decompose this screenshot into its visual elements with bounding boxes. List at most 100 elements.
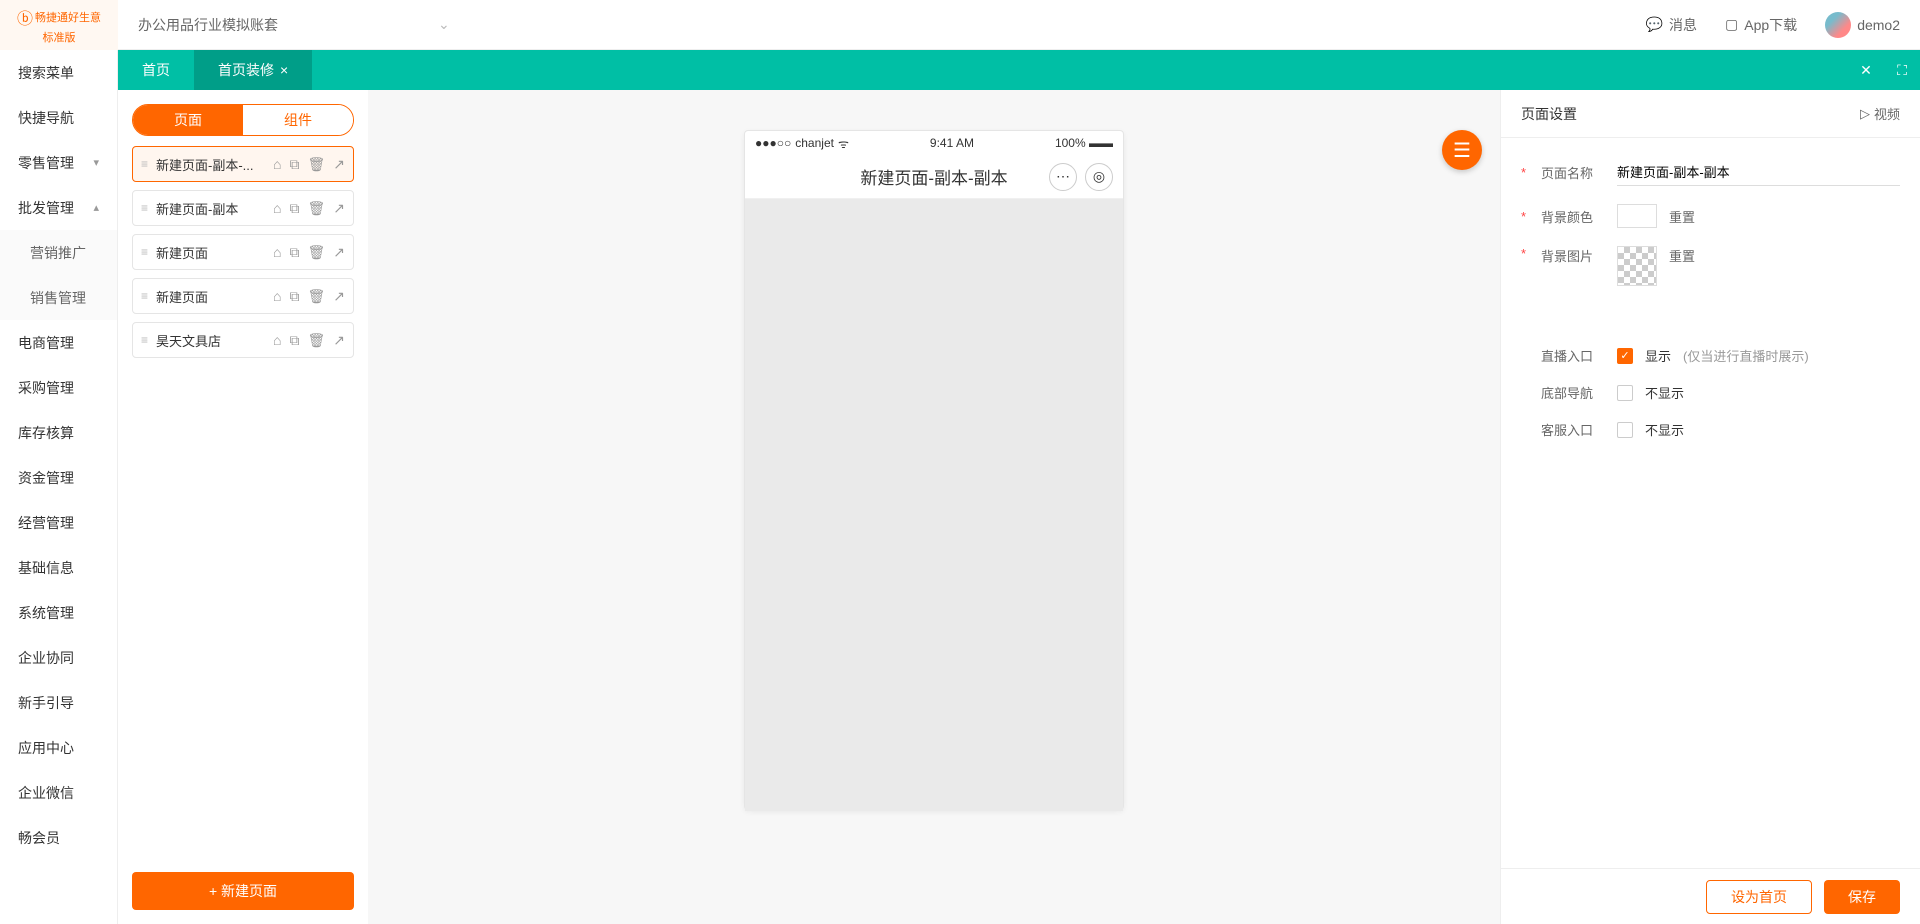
delete-icon[interactable]: 🗑	[307, 332, 325, 349]
video-help-link[interactable]: ▷视频	[1860, 104, 1900, 123]
page-row-name: 新建页面	[156, 287, 265, 306]
drag-handle-icon[interactable]: ≡	[141, 333, 148, 347]
save-button[interactable]: 保存	[1824, 880, 1900, 914]
top-header: ⓑ畅捷通好生意 标准版 办公用品行业模拟账套 ⌄ 💬消息 ▢App下载 demo…	[0, 0, 1920, 50]
tab-decorate[interactable]: 首页装修×	[194, 50, 312, 90]
page-row-name: 新建页面	[156, 243, 265, 262]
home-icon[interactable]: ⌂	[273, 156, 281, 173]
nav-item[interactable]: 零售管理▾	[0, 140, 117, 185]
field-service-entry: 客服入口 不显示	[1521, 420, 1900, 439]
list-tabs: 页面 组件	[132, 104, 354, 136]
phone-time: 9:41 AM	[930, 136, 974, 150]
drag-handle-icon[interactable]: ≡	[141, 289, 148, 303]
tab-home[interactable]: 首页	[118, 50, 194, 90]
delete-icon[interactable]: 🗑	[307, 200, 325, 217]
messages-link[interactable]: 💬消息	[1646, 15, 1697, 35]
drag-handle-icon[interactable]: ≡	[141, 201, 148, 215]
copy-icon[interactable]: ⧉	[289, 244, 299, 261]
more-icon[interactable]: ⋯	[1049, 163, 1077, 191]
nav-item[interactable]: 营销推广	[0, 230, 117, 275]
close-icon[interactable]: ×	[280, 62, 288, 78]
nav-item[interactable]: 应用中心	[0, 725, 117, 770]
nav-item[interactable]: 资金管理	[0, 455, 117, 500]
nav-item[interactable]: 企业协同	[0, 635, 117, 680]
top-right: 💬消息 ▢App下载 demo2	[1646, 12, 1920, 38]
list-tab-page[interactable]: 页面	[133, 105, 243, 135]
nav-item[interactable]: 经营管理	[0, 500, 117, 545]
nav-item[interactable]: 电商管理	[0, 320, 117, 365]
page-row[interactable]: ≡ 新建页面 ⌂ ⧉ 🗑 ↗	[132, 234, 354, 270]
account-name: 办公用品行业模拟账套	[138, 15, 278, 35]
copy-icon[interactable]: ⧉	[289, 288, 299, 305]
close-tab-icon[interactable]: ✕	[1848, 50, 1884, 90]
battery-icon: ▬▬	[1089, 136, 1113, 150]
home-icon[interactable]: ⌂	[273, 200, 281, 217]
logo-subtitle: 标准版	[43, 29, 76, 45]
page-name-input[interactable]	[1617, 158, 1900, 186]
nav-item[interactable]: 搜索菜单	[0, 50, 117, 95]
bottom-nav-checkbox[interactable]	[1617, 385, 1633, 401]
logo: ⓑ畅捷通好生意 标准版	[0, 0, 118, 50]
nav-item[interactable]: 系统管理	[0, 590, 117, 635]
account-select[interactable]: 办公用品行业模拟账套 ⌄	[138, 15, 450, 35]
nav-item[interactable]: 采购管理	[0, 365, 117, 410]
home-icon[interactable]: ⌂	[273, 244, 281, 261]
drag-handle-icon[interactable]: ≡	[141, 245, 148, 259]
nav-item[interactable]: 销售管理	[0, 275, 117, 320]
service-checkbox[interactable]	[1617, 422, 1633, 438]
message-icon: 💬	[1646, 16, 1663, 33]
nav-item[interactable]: 新手引导	[0, 680, 117, 725]
chevron-down-icon: ⌄	[438, 16, 450, 33]
live-checkbox[interactable]: ✓	[1617, 348, 1633, 364]
set-home-button[interactable]: 设为首页	[1706, 880, 1812, 914]
app-download-link[interactable]: ▢App下载	[1725, 15, 1797, 35]
page-list-panel: 页面 组件 ≡新建页面-副本-...⌂⧉🗑↗≡新建页面-副本⌂⧉🗑↗≡新建页面⌂…	[118, 90, 368, 924]
phone-title-bar: 新建页面-副本-副本 ⋯ ◎	[745, 155, 1123, 199]
share-icon[interactable]: ↗	[333, 156, 345, 173]
page-row[interactable]: ≡新建页面-副本-...⌂⧉🗑↗	[132, 146, 354, 182]
bg-color-reset[interactable]: 重置	[1669, 207, 1695, 226]
settings-title: 页面设置	[1521, 104, 1577, 124]
phone-status-bar: ●●●○○chanjetᯤ 9:41 AM 100% ▬▬	[745, 131, 1123, 155]
fullscreen-icon[interactable]: ⛶	[1884, 50, 1920, 90]
delete-icon[interactable]: 🗑	[307, 244, 325, 261]
copy-icon[interactable]: ⧉	[289, 200, 299, 217]
share-icon[interactable]: ↗	[333, 244, 345, 261]
page-row[interactable]: ≡昊天文具店⌂⧉🗑↗	[132, 322, 354, 358]
nav-item[interactable]: 快捷导航	[0, 95, 117, 140]
nav-item[interactable]: 畅会员	[0, 815, 117, 860]
wifi-icon: ᯤ	[838, 135, 849, 152]
drag-handle-icon[interactable]: ≡	[141, 157, 148, 171]
share-icon[interactable]: ↗	[333, 332, 345, 349]
home-icon[interactable]: ⌂	[273, 288, 281, 305]
delete-icon[interactable]: 🗑	[307, 288, 325, 305]
target-icon[interactable]: ◎	[1085, 163, 1113, 191]
nav-item[interactable]: 批发管理▴	[0, 185, 117, 230]
bg-color-swatch[interactable]	[1617, 204, 1657, 228]
new-page-button[interactable]: + 新建页面	[132, 872, 354, 910]
nav-item[interactable]: 企业微信	[0, 770, 117, 815]
canvas-area: ●●●○○chanjetᯤ 9:41 AM 100% ▬▬ 新建页面-副本-副本…	[368, 90, 1500, 924]
avatar	[1825, 12, 1851, 38]
field-bg-color: * 背景颜色 重置	[1521, 204, 1900, 228]
home-icon[interactable]: ⌂	[273, 332, 281, 349]
nav-item[interactable]: 库存核算	[0, 410, 117, 455]
page-row[interactable]: ≡新建页面-副本⌂⧉🗑↗	[132, 190, 354, 226]
bg-image-reset[interactable]: 重置	[1669, 246, 1695, 265]
share-icon[interactable]: ↗	[333, 288, 345, 305]
share-icon[interactable]: ↗	[333, 200, 345, 217]
copy-icon[interactable]: ⧉	[289, 332, 299, 349]
page-row[interactable]: ≡ 新建页面 ⌂ ⧉ 🗑 ↗	[132, 278, 354, 314]
nav-item[interactable]: 基础信息	[0, 545, 117, 590]
delete-icon[interactable]: 🗑	[307, 156, 325, 173]
field-live-entry: 直播入口 ✓ 显示 (仅当进行直播时展示)	[1521, 346, 1900, 365]
left-nav: 搜索菜单快捷导航零售管理▾批发管理▴营销推广销售管理电商管理采购管理库存核算资金…	[0, 50, 118, 924]
tab-bar: 首页 首页装修× ✕ ⛶	[118, 50, 1920, 90]
copy-icon[interactable]: ⧉	[289, 156, 299, 173]
phone-body[interactable]	[745, 199, 1123, 811]
field-page-name: * 页面名称	[1521, 158, 1900, 186]
toggle-panel-button[interactable]: ☰	[1442, 130, 1482, 170]
bg-image-swatch[interactable]	[1617, 246, 1657, 286]
user-menu[interactable]: demo2	[1825, 12, 1900, 38]
list-tab-component[interactable]: 组件	[243, 105, 353, 135]
